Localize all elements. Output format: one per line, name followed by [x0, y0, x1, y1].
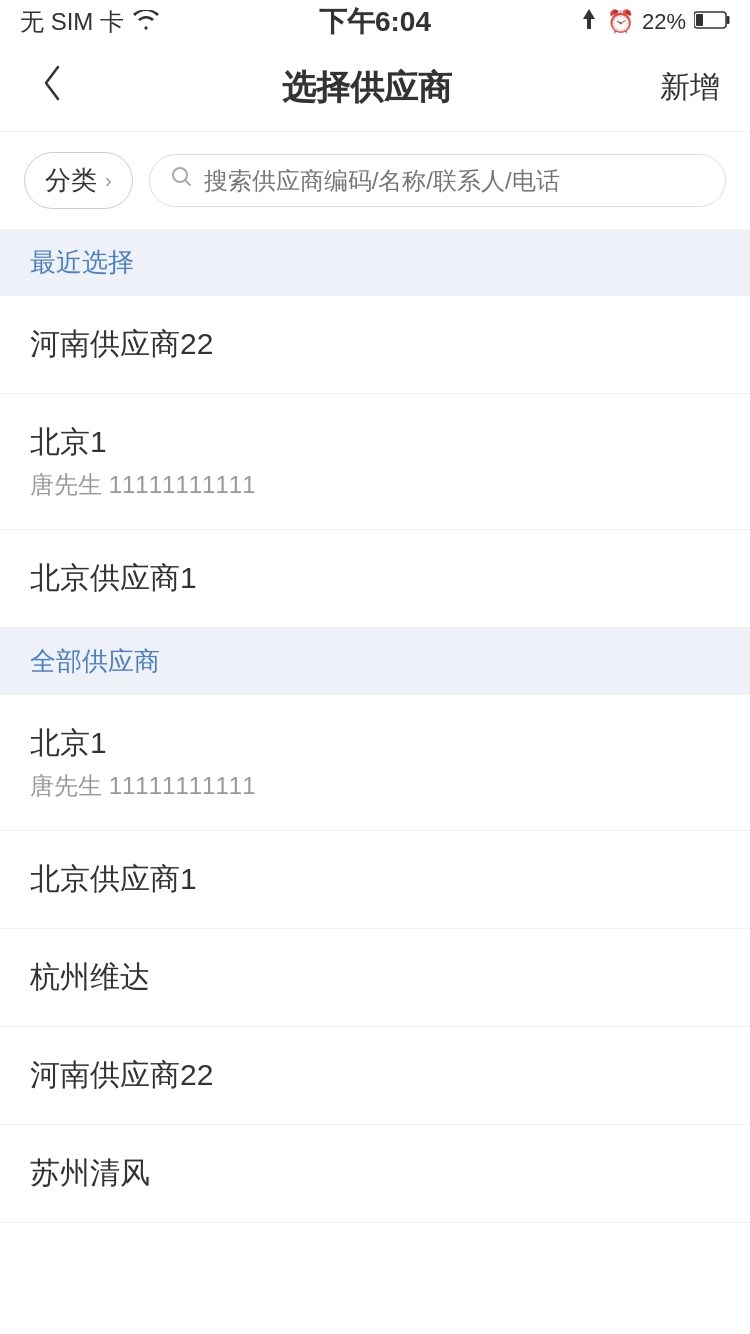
list-item[interactable]: 河南供应商22 [0, 296, 750, 394]
battery-icon [694, 9, 730, 35]
item-name: 苏州清风 [30, 1153, 720, 1194]
category-label: 分类 [45, 163, 97, 198]
add-button[interactable]: 新增 [660, 67, 720, 108]
list-item[interactable]: 苏州清风 [0, 1125, 750, 1223]
all-section-label: 全部供应商 [30, 646, 160, 676]
no-sim-text: 无 SIM 卡 [20, 6, 124, 38]
search-input[interactable] [204, 167, 705, 195]
category-filter[interactable]: 分类 › [24, 152, 133, 209]
recent-section-label: 最近选择 [30, 247, 134, 277]
status-time: 下午6:04 [319, 3, 431, 41]
location-icon [579, 9, 599, 35]
list-item[interactable]: 北京供应商1 [0, 530, 750, 628]
chevron-right-icon: › [105, 169, 112, 192]
item-name: 杭州维达 [30, 957, 720, 998]
all-section-header: 全部供应商 [0, 628, 750, 695]
status-bar: 无 SIM 卡 下午6:04 ⏰ 22% [0, 0, 750, 44]
item-name: 北京供应商1 [30, 558, 720, 599]
svg-rect-1 [727, 16, 730, 24]
filter-bar: 分类 › [0, 132, 750, 229]
item-name: 北京1 [30, 723, 720, 764]
list-item[interactable]: 北京1 唐先生 11111111111 [0, 394, 750, 530]
status-left: 无 SIM 卡 [20, 6, 160, 38]
svg-point-3 [173, 168, 187, 182]
item-name: 河南供应商22 [30, 324, 720, 365]
search-box[interactable] [149, 154, 726, 207]
list-item[interactable]: 杭州维达 [0, 929, 750, 1027]
all-items-list: 北京1 唐先生 11111111111 北京供应商1 杭州维达河南供应商22 苏州清风 [0, 695, 750, 1223]
recent-section-header: 最近选择 [0, 229, 750, 296]
search-icon [170, 165, 194, 196]
svg-rect-2 [696, 14, 703, 26]
item-detail: 唐先生 11111111111 [30, 469, 720, 501]
item-name: 北京供应商1 [30, 859, 720, 900]
wifi-icon [132, 8, 160, 36]
item-name: 北京1 [30, 422, 720, 463]
alarm-icon: ⏰ [607, 9, 634, 35]
page-title: 选择供应商 [282, 65, 452, 111]
back-button[interactable] [30, 53, 74, 122]
battery-text: 22% [642, 9, 686, 35]
list-item[interactable]: 北京供应商1 [0, 831, 750, 929]
item-name: 河南供应商22 [30, 1055, 720, 1096]
item-detail: 唐先生 11111111111 [30, 770, 720, 802]
list-item[interactable]: 北京1 唐先生 11111111111 [0, 695, 750, 831]
status-right: ⏰ 22% [579, 9, 730, 35]
recent-items-list: 河南供应商22 北京1 唐先生 11111111111 北京供应商1 [0, 296, 750, 628]
nav-bar: 选择供应商 新增 [0, 44, 750, 132]
list-item[interactable]: 河南供应商22 [0, 1027, 750, 1125]
